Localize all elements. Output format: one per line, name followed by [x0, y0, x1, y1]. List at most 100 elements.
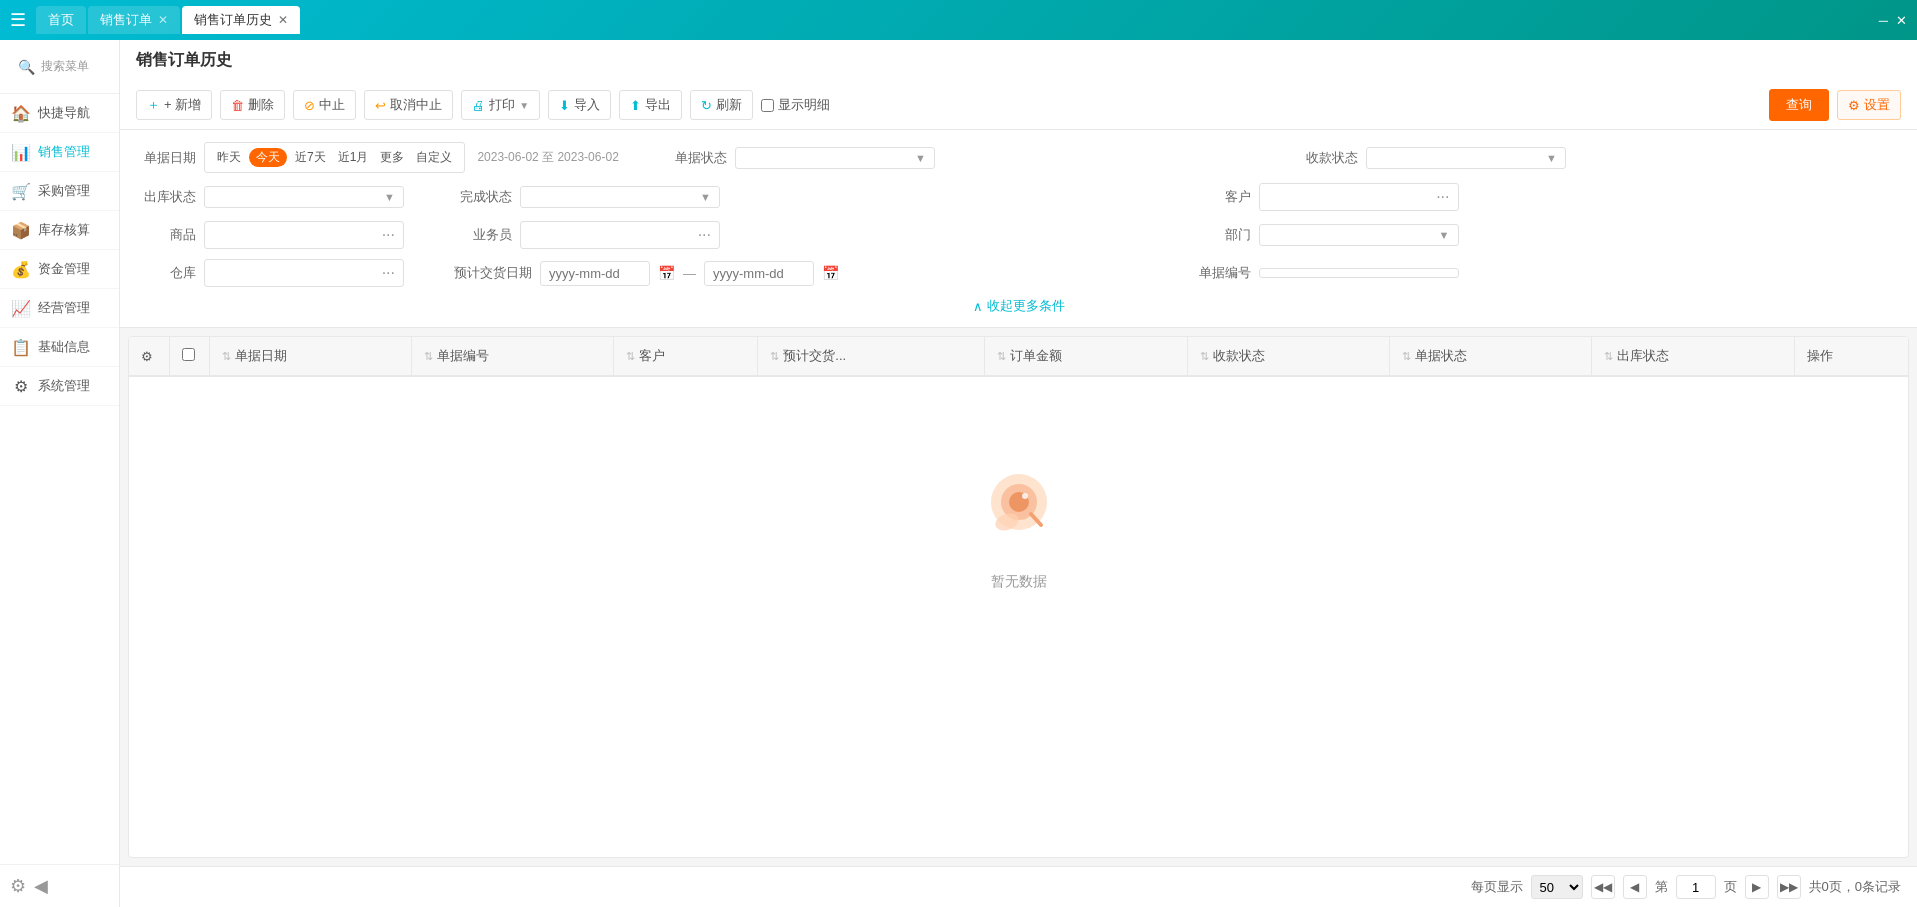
sidebar-item-inventory[interactable]: 📦 库存核算	[0, 211, 119, 250]
refresh-label: 刷新	[716, 96, 742, 114]
print-dropdown-icon: ▼	[519, 100, 529, 111]
page-size-select[interactable]: 50 10 20 100	[1531, 875, 1583, 899]
current-page-input[interactable]	[1676, 875, 1716, 899]
customer-dots[interactable]: ···	[1436, 188, 1449, 206]
salesperson-dots[interactable]: ···	[698, 226, 711, 244]
th-doc-status: ⇅ 单据状态	[1390, 337, 1592, 376]
export-button[interactable]: ⬆ 导出	[619, 90, 682, 120]
tab-sales-order-history-close[interactable]: ✕	[278, 13, 288, 27]
th-gear[interactable]: ⚙	[129, 337, 169, 376]
goods-filter[interactable]: ···	[204, 221, 404, 249]
completion-status-filter[interactable]: ▼	[520, 186, 720, 208]
first-page-button[interactable]: ◀◀	[1591, 875, 1615, 899]
import-button[interactable]: ⬇ 导入	[548, 90, 611, 120]
expected-date-end-cal-icon[interactable]: 📅	[822, 265, 839, 281]
prev-page-button[interactable]: ◀	[1623, 875, 1647, 899]
doc-status-label: 单据状态	[667, 149, 727, 167]
sidebar-item-basic-info[interactable]: 📋 基础信息	[0, 328, 119, 367]
new-button[interactable]: ＋ + 新增	[136, 90, 212, 120]
th-checkbox[interactable]	[169, 337, 209, 376]
tab-sales-order-label: 销售订单	[100, 11, 152, 29]
sys-mgmt-icon: ⚙	[12, 377, 30, 395]
collapse-row: ∧ 收起更多条件	[136, 297, 1901, 315]
sidebar-item-finance[interactable]: 💰 资金管理	[0, 250, 119, 289]
outbound-dropdown-icon: ▼	[384, 191, 395, 203]
quick-nav-icon: 🏠	[12, 104, 30, 122]
expected-date-end-input[interactable]	[704, 261, 814, 286]
per-page-label: 每页显示	[1471, 878, 1523, 896]
collection-status-filter[interactable]: ▼	[1366, 147, 1566, 169]
gear-icon[interactable]: ⚙	[141, 349, 153, 364]
date-opt-7days[interactable]: 近7天	[291, 147, 330, 168]
filter-row-4: 仓库 ··· 预计交货日期 📅 — 📅 单据编号	[136, 259, 1901, 287]
th-outbound-label: 出库状态	[1617, 347, 1669, 365]
tab-home[interactable]: 首页	[36, 6, 86, 34]
refresh-button[interactable]: ↻ 刷新	[690, 90, 753, 120]
warehouse-filter[interactable]: ···	[204, 259, 404, 287]
date-opt-custom[interactable]: 自定义	[412, 147, 456, 168]
expected-date-start-cal-icon[interactable]: 📅	[658, 265, 675, 281]
display-detail-checkbox[interactable]	[761, 99, 774, 112]
query-label: 查询	[1786, 96, 1812, 114]
export-label: 导出	[645, 96, 671, 114]
sidebar-collapse-icon[interactable]: ◀	[34, 875, 48, 897]
next-page-button[interactable]: ▶	[1745, 875, 1769, 899]
date-today-badge[interactable]: 今天	[249, 148, 287, 167]
doc-status-filter[interactable]: ▼	[735, 147, 935, 169]
sidebar-item-quick-nav[interactable]: 🏠 快捷导航	[0, 94, 119, 133]
settings-button[interactable]: ⚙ 设置	[1837, 90, 1901, 120]
tab-sales-order-close[interactable]: ✕	[158, 13, 168, 27]
date-opt-1month[interactable]: 近1月	[334, 147, 373, 168]
topbar-close-icon[interactable]: ✕	[1896, 13, 1907, 28]
query-button[interactable]: 查询	[1769, 89, 1829, 121]
stop-label: 中止	[319, 96, 345, 114]
date-separator: —	[683, 266, 696, 281]
tab-sales-order[interactable]: 销售订单 ✕	[88, 6, 180, 34]
outbound-status-filter[interactable]: ▼	[204, 186, 404, 208]
cancel-stop-label: 取消中止	[390, 96, 442, 114]
th-amount: ⇅ 订单金额	[985, 337, 1187, 376]
sidebar-item-sales-mgmt[interactable]: 📊 销售管理	[0, 133, 119, 172]
collapse-btn[interactable]: ∧ 收起更多条件	[973, 297, 1065, 315]
date-opt-yesterday[interactable]: 昨天	[213, 147, 245, 168]
delete-button[interactable]: 🗑 删除	[220, 90, 285, 120]
cancel-stop-button[interactable]: ↩ 取消中止	[364, 90, 453, 120]
filter-row-2: 出库状态 ▼ 完成状态 ▼ 客户 ···	[136, 183, 1901, 211]
print-icon: 🖨	[472, 98, 485, 113]
sidebar-item-sys-mgmt[interactable]: ⚙ 系统管理	[0, 367, 119, 406]
new-icon: ＋	[147, 96, 160, 114]
cancel-stop-icon: ↩	[375, 98, 386, 113]
doc-status-dropdown-icon: ▼	[915, 152, 926, 164]
warehouse-dots[interactable]: ···	[382, 264, 395, 282]
dept-filter[interactable]: ▼	[1259, 224, 1459, 246]
date-range-filter[interactable]: 昨天 今天 近7天 近1月 更多 自定义	[204, 142, 465, 173]
sidebar-item-label-finance: 资金管理	[38, 260, 90, 278]
th-outbound: ⇅ 出库状态	[1592, 337, 1794, 376]
date-filter-label: 单据日期	[136, 149, 196, 167]
goods-dots[interactable]: ···	[382, 226, 395, 244]
stop-button[interactable]: ⊘ 中止	[293, 90, 356, 120]
sidebar-search-item[interactable]: 🔍 搜索菜单	[8, 50, 111, 83]
topbar-minus-icon[interactable]: ─	[1879, 13, 1888, 28]
last-page-button[interactable]: ▶▶	[1777, 875, 1801, 899]
filter-row-1: 单据日期 昨天 今天 近7天 近1月 更多 自定义 2023-06-02 至 2…	[136, 142, 1901, 173]
sidebar-settings-icon[interactable]: ⚙	[10, 875, 26, 897]
operations-icon: 📈	[12, 299, 30, 317]
expected-date-start-input[interactable]	[540, 261, 650, 286]
tab-sales-order-history[interactable]: 销售订单历史 ✕	[182, 6, 300, 34]
sidebar-item-label-basic-info: 基础信息	[38, 338, 90, 356]
sort-icon-doc-status: ⇅	[1402, 350, 1411, 363]
customer-filter[interactable]: ···	[1259, 183, 1459, 211]
print-button[interactable]: 🖨 打印 ▼	[461, 90, 540, 120]
select-all-checkbox[interactable]	[182, 348, 195, 361]
display-detail-toggle[interactable]: 显示明细	[761, 96, 830, 114]
sidebar-item-operations[interactable]: 📈 经营管理	[0, 289, 119, 328]
date-opt-more[interactable]: 更多	[376, 147, 408, 168]
doc-no-filter[interactable]	[1259, 268, 1459, 278]
salesperson-label: 业务员	[452, 226, 512, 244]
sidebar-item-purchase-mgmt[interactable]: 🛒 采购管理	[0, 172, 119, 211]
sort-icon-no: ⇅	[424, 350, 433, 363]
salesperson-filter[interactable]: ···	[520, 221, 720, 249]
outbound-status-label: 出库状态	[136, 188, 196, 206]
table-header-row: ⚙ ⇅ 单据日期 ⇅	[129, 337, 1908, 376]
